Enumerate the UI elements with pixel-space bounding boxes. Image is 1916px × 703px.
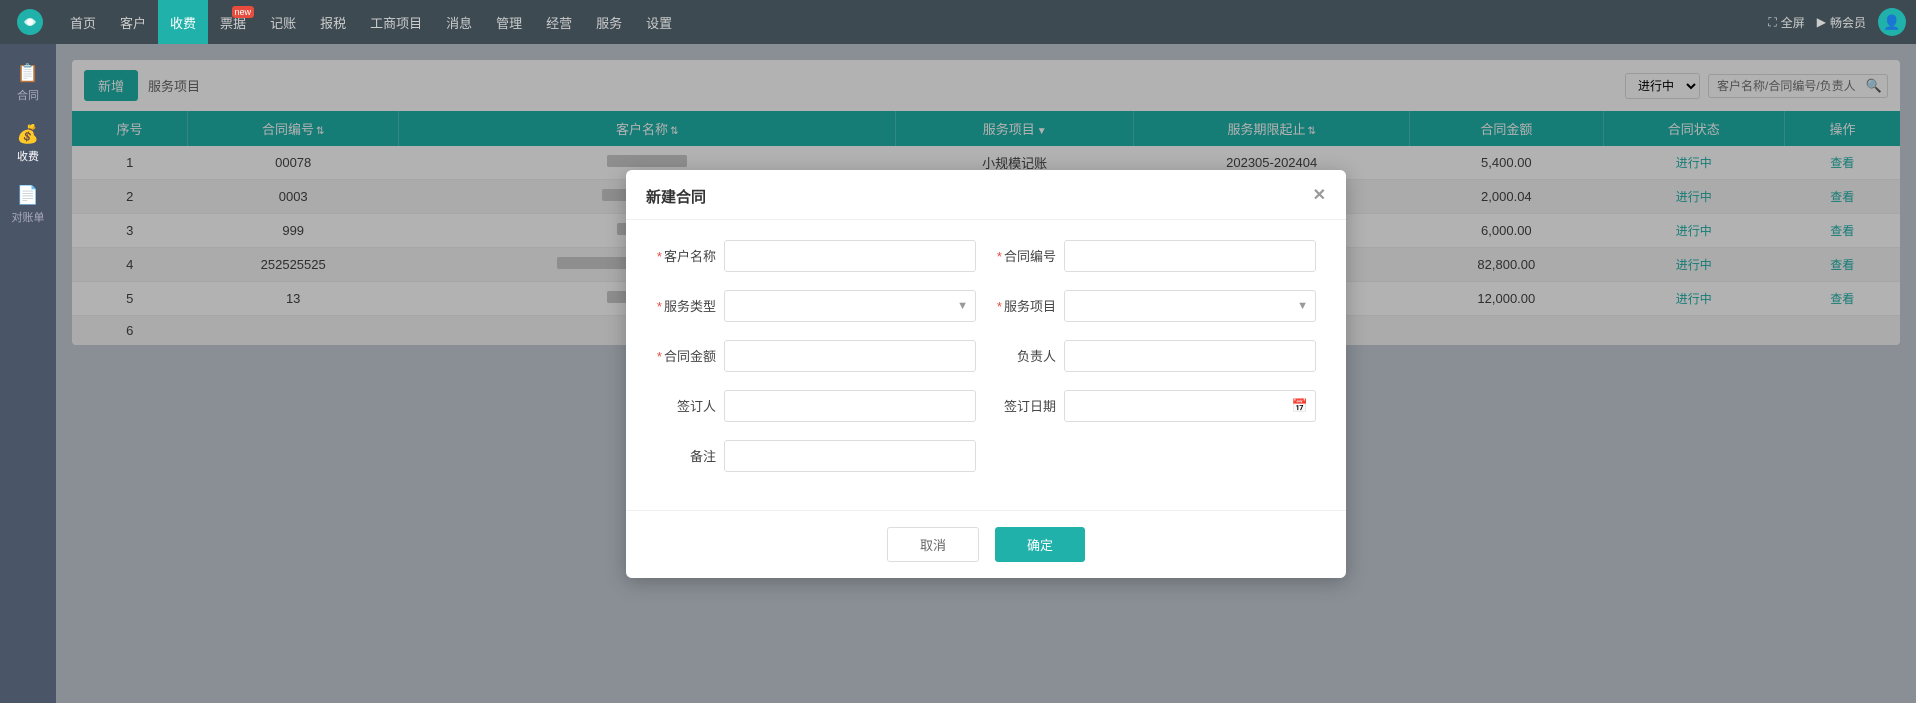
reconciliation-icon: 📄 (17, 184, 39, 206)
sidebar-item-reconciliation[interactable]: 📄 对账单 (2, 176, 54, 233)
sign-date-input[interactable]: 2023-06-06 (1064, 390, 1316, 422)
modal-title: 新建合同 (646, 186, 706, 207)
play-icon: ▶ (1817, 15, 1826, 29)
contract-no-input[interactable] (1064, 240, 1316, 272)
service-type-label: *服务类型 (656, 296, 716, 315)
nav-item-tax[interactable]: 报税 (308, 0, 358, 44)
amount-label: *合同金额 (656, 346, 716, 365)
nav-item-invoice[interactable]: 票据 new (208, 0, 258, 44)
form-group-responsible: 负责人 (996, 340, 1316, 372)
required-star-4: * (997, 299, 1002, 314)
contract-no-label: *合同编号 (996, 246, 1056, 265)
nav-item-bookkeeping[interactable]: 记账 (258, 0, 308, 44)
nav-item-service[interactable]: 服务 (584, 0, 634, 44)
form-group-signer: 签订人 (656, 390, 976, 422)
contract-icon: 📋 (17, 62, 39, 84)
top-nav: 首页 客户 收费 票据 new 记账 报税 工商项目 消息 管理 经营 服务 设… (0, 0, 1916, 44)
service-type-select-wrap: ▼ (724, 290, 976, 322)
form-group-service-type: *服务类型 ▼ (656, 290, 976, 322)
modal-footer: 取消 确定 (626, 510, 1346, 578)
contract-amount-input[interactable]: 0.00 (724, 340, 976, 372)
responsible-person-input[interactable] (1064, 340, 1316, 372)
main-content: 新增 服务项目 进行中 已完成 已终止 🔍 (56, 44, 1916, 703)
member-button[interactable]: ▶ 畅会员 (1817, 14, 1866, 31)
cancel-button[interactable]: 取消 (887, 527, 979, 562)
service-item-label: *服务项目 (996, 296, 1056, 315)
form-group-sign-date: 签订日期 2023-06-06 📅 (996, 390, 1316, 422)
nav-item-client[interactable]: 客户 (108, 0, 158, 44)
fullscreen-icon: ⛶ (1768, 15, 1776, 30)
service-type-select[interactable] (724, 290, 976, 322)
modal-header: 新建合同 ✕ (626, 170, 1346, 220)
nav-item-messages[interactable]: 消息 (434, 0, 484, 44)
form-row-2: *服务类型 ▼ *服务项目 (656, 290, 1316, 322)
main-layout: 📋 合同 💰 收费 📄 对账单 新增 服务项目 进行中 已完成 已终止 (0, 44, 1916, 703)
nav-item-business[interactable]: 工商项目 (358, 0, 434, 44)
form-group-service-item: *服务项目 ▼ (996, 290, 1316, 322)
fees-icon: 💰 (17, 123, 39, 145)
required-star-3: * (657, 299, 662, 314)
required-star-2: * (997, 249, 1002, 264)
sidebar-item-fees[interactable]: 💰 收费 (2, 115, 54, 172)
nav-item-operations[interactable]: 经营 (534, 0, 584, 44)
form-group-notes: 备注 (656, 440, 976, 472)
fullscreen-button[interactable]: ⛶ 全屏 (1768, 14, 1804, 31)
new-badge: new (232, 6, 255, 18)
modal-overlay: 新建合同 ✕ *客户名称 *合同编号 (56, 44, 1916, 703)
modal-close-button[interactable]: ✕ (1313, 188, 1326, 204)
avatar[interactable]: 👤 (1878, 8, 1906, 36)
app-logo (10, 2, 50, 42)
required-star: * (657, 249, 662, 264)
sidebar: 📋 合同 💰 收费 📄 对账单 (0, 44, 56, 703)
signer-input[interactable] (724, 390, 976, 422)
form-row-3: *合同金额 0.00 负责人 (656, 340, 1316, 372)
nav-item-manage[interactable]: 管理 (484, 0, 534, 44)
notes-input[interactable] (724, 440, 976, 472)
new-contract-modal: 新建合同 ✕ *客户名称 *合同编号 (626, 170, 1346, 578)
form-group-client-name: *客户名称 (656, 240, 976, 272)
required-star-5: * (657, 349, 662, 364)
service-item-select-wrap: ▼ (1064, 290, 1316, 322)
responsible-label: 负责人 (996, 346, 1056, 365)
form-row-4: 签订人 签订日期 2023-06-06 📅 (656, 390, 1316, 422)
form-group-amount: *合同金额 0.00 (656, 340, 976, 372)
form-row-1: *客户名称 *合同编号 (656, 240, 1316, 272)
confirm-button[interactable]: 确定 (995, 527, 1085, 562)
sign-date-wrap: 2023-06-06 📅 (1064, 390, 1316, 422)
nav-item-home[interactable]: 首页 (58, 0, 108, 44)
form-row-5: 备注 (656, 440, 1316, 472)
nav-right: ⛶ 全屏 ▶ 畅会员 👤 (1768, 8, 1906, 36)
sidebar-item-contract[interactable]: 📋 合同 (2, 54, 54, 111)
sign-date-label: 签订日期 (996, 396, 1056, 415)
nav-item-settings[interactable]: 设置 (634, 0, 684, 44)
notes-label: 备注 (656, 446, 716, 465)
modal-body: *客户名称 *合同编号 (626, 220, 1346, 510)
service-item-select[interactable] (1064, 290, 1316, 322)
signer-label: 签订人 (656, 396, 716, 415)
client-name-label: *客户名称 (656, 246, 716, 265)
nav-item-fees[interactable]: 收费 (158, 0, 208, 44)
client-name-input[interactable] (724, 240, 976, 272)
form-group-contract-no: *合同编号 (996, 240, 1316, 272)
